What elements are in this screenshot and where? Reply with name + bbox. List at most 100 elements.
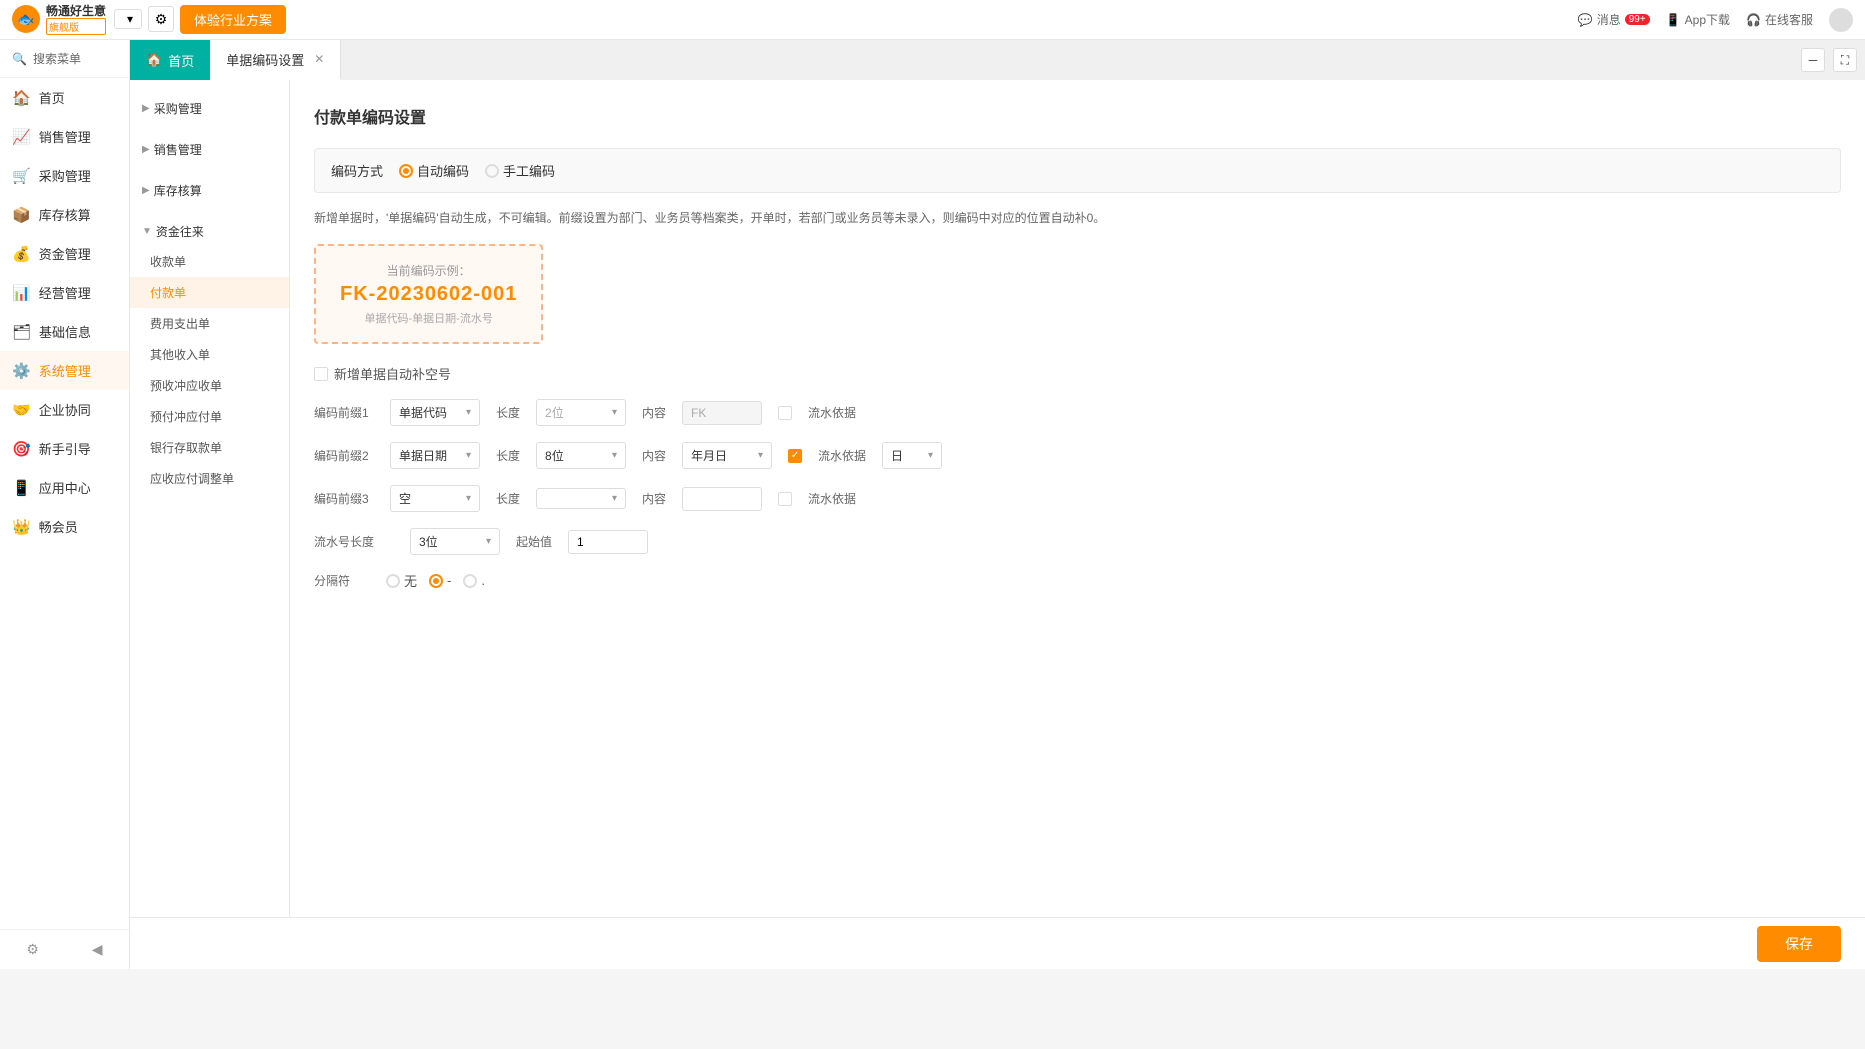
sidebar-item-receipt[interactable]: 收款单 — [130, 246, 289, 277]
tab-bar: 🏠 首页 单据编码设置 ✕ － ⛶ — [130, 40, 1865, 80]
separator-none-radio[interactable]: 无 — [386, 571, 417, 590]
tab-close-icon[interactable]: ✕ — [314, 52, 324, 66]
bottom-bar: 保存 — [130, 917, 1865, 969]
sidebar-item-prepay-payment[interactable]: 预付冲应付单 — [130, 401, 289, 432]
stream-length-label: 流水号长度 — [314, 533, 394, 550]
separator-none-circle — [386, 574, 400, 588]
prefix2-length-select[interactable]: 8位 ▾ — [536, 442, 626, 469]
prefix1-chevron: ▾ — [466, 407, 471, 418]
sidebar-item-operations[interactable]: 📊 经营管理 — [0, 273, 129, 312]
sidebar-item-sales[interactable]: 📈 销售管理 — [0, 117, 129, 156]
sidebar-item-inventory[interactable]: 📦 库存核算 — [0, 195, 129, 234]
stream-length-chevron: ▾ — [486, 536, 491, 547]
prefix2-label: 编码前缀2 — [314, 447, 374, 464]
main: ▶ 采购管理 ▶ 销售管理 ▶ 库存核算 ▼ 资金往来 收款单 付款单 费用支出… — [130, 80, 1865, 969]
prefix1-stream-checkbox[interactable] — [778, 406, 792, 420]
member-icon: 👑 — [12, 518, 31, 536]
app-download-item[interactable]: 📱 App下载 — [1666, 11, 1730, 28]
phone-icon: 📱 — [1666, 13, 1681, 27]
group-funds: ▼ 资金往来 收款单 付款单 费用支出单 其他收入单 预收冲应收单 预付冲应付单… — [130, 211, 289, 500]
sidebar-item-other-income[interactable]: 其他收入单 — [130, 339, 289, 370]
auto-radio[interactable]: 自动编码 — [399, 161, 469, 180]
dropdown-button[interactable]: ▾ — [114, 9, 142, 29]
sidebar-item-system[interactable]: ⚙️ 系统管理 — [0, 351, 129, 390]
tab-minimize-button[interactable]: － — [1801, 48, 1825, 72]
apps-icon: 📱 — [12, 479, 31, 497]
sidebar-item-expense[interactable]: 费用支出单 — [130, 308, 289, 339]
code-preview-desc: 单据代码-单据日期-流水号 — [340, 310, 517, 326]
start-value-input[interactable] — [568, 530, 648, 554]
chevron-right-icon: ▶ — [142, 103, 150, 114]
prefix3-content-input[interactable] — [682, 487, 762, 511]
group-sales-title[interactable]: ▶ 销售管理 — [130, 135, 289, 164]
separator-dot-radio[interactable]: . — [463, 573, 485, 588]
message-icon: 💬 — [1578, 13, 1593, 27]
sales-icon: 📈 — [12, 128, 31, 146]
operations-icon: 📊 — [12, 284, 31, 302]
auto-fill-checkbox[interactable] — [314, 367, 328, 381]
sidebar: 🔍 搜索菜单 🏠 首页 📈 销售管理 🛒 采购管理 📦 库存核算 💰 资金管理 … — [0, 40, 130, 969]
sidebar-item-home[interactable]: 🏠 首页 — [0, 78, 129, 117]
chevron-right-icon: ▶ — [142, 144, 150, 155]
prefix3-select[interactable]: 空 ▾ — [390, 485, 480, 512]
manual-radio[interactable]: 手工编码 — [485, 161, 555, 180]
prefix1-length-select[interactable]: 2位 ▾ — [536, 399, 626, 426]
encoding-method-label: 编码方式 — [331, 161, 383, 180]
online-service-item[interactable]: 🎧 在线客服 — [1746, 11, 1813, 28]
separator-dash-radio[interactable]: - — [429, 573, 451, 588]
sidebar-item-apps[interactable]: 📱 应用中心 — [0, 468, 129, 507]
prefix2-select[interactable]: 单据日期 ▾ — [390, 442, 480, 469]
tab-maximize-button[interactable]: ⛶ — [1833, 48, 1857, 72]
sidebar-item-enterprise[interactable]: 🤝 企业协同 — [0, 390, 129, 429]
sidebar-item-adjustment[interactable]: 应收应付调整单 — [130, 463, 289, 494]
prefix3-row: 编码前缀3 空 ▾ 长度 ▾ 内容 流水依据 — [314, 485, 1841, 512]
encoding-radio-group: 自动编码 手工编码 — [399, 161, 555, 180]
prefix3-length-select[interactable]: ▾ — [536, 488, 626, 509]
message-item[interactable]: 💬 消息 99+ — [1578, 11, 1650, 28]
top-bar-controls: ▾ ⚙ 体验行业方案 — [114, 5, 286, 34]
prefix2-content-select[interactable]: 年月日 ▾ — [682, 442, 772, 469]
prefix1-length-chevron: ▾ — [612, 407, 617, 418]
top-bar-left: 🐟 畅通好生意 旗舰版 ▾ ⚙ 体验行业方案 — [12, 4, 286, 35]
tab-encoding[interactable]: 单据编码设置 ✕ — [210, 40, 341, 80]
stream-length-select[interactable]: 3位 ▾ — [410, 528, 500, 555]
auto-radio-circle — [399, 164, 413, 178]
prefix2-stream-checkbox[interactable]: ✓ — [788, 449, 802, 463]
save-button[interactable]: 保存 — [1757, 926, 1841, 962]
prefix1-stream-label: 流水依据 — [808, 404, 856, 421]
sidebar-collapse-button[interactable]: ◀ — [92, 941, 103, 958]
purchase-icon: 🛒 — [12, 167, 31, 185]
prefix3-stream-checkbox[interactable] — [778, 492, 792, 506]
bottom-settings-button[interactable]: ⚙ — [26, 941, 39, 958]
prefix2-stream-select[interactable]: 日 ▾ — [882, 442, 942, 469]
home-icon: 🏠 — [12, 89, 31, 107]
sidebar-item-funds[interactable]: 💰 资金管理 — [0, 234, 129, 273]
prefix2-row: 编码前缀2 单据日期 ▾ 长度 8位 ▾ 内容 年月日 ▾ ✓ 流水依据 日 ▾ — [314, 442, 1841, 469]
search-menu[interactable]: 🔍 搜索菜单 — [0, 40, 129, 78]
sidebar-item-member[interactable]: 👑 畅会员 — [0, 507, 129, 546]
top-bar: 🐟 畅通好生意 旗舰版 ▾ ⚙ 体验行业方案 💬 消息 99+ 📱 App下载 … — [0, 0, 1865, 40]
secondary-sidebar: ▶ 采购管理 ▶ 销售管理 ▶ 库存核算 ▼ 资金往来 收款单 付款单 费用支出… — [130, 80, 290, 969]
sidebar-item-payment[interactable]: 付款单 — [130, 277, 289, 308]
logo-text: 畅通好生意 旗舰版 — [46, 4, 106, 35]
prefix1-select[interactable]: 单据代码 ▾ — [390, 399, 480, 426]
sidebar-item-prepay-receivable[interactable]: 预收冲应收单 — [130, 370, 289, 401]
sidebar-item-guide[interactable]: 🎯 新手引导 — [0, 429, 129, 468]
settings-button[interactable]: ⚙ — [148, 6, 174, 32]
chevron-down-icon: ▾ — [127, 12, 133, 26]
sidebar-item-basic[interactable]: 🗂 基础信息 — [0, 312, 129, 351]
user-avatar[interactable] — [1829, 8, 1853, 32]
prefix3-content-label: 内容 — [642, 490, 666, 507]
separator-dot-circle — [463, 574, 477, 588]
tab-home[interactable]: 🏠 首页 — [130, 40, 210, 80]
group-purchase-title[interactable]: ▶ 采购管理 — [130, 94, 289, 123]
sidebar-bottom: ⚙ ◀ — [0, 929, 129, 969]
sidebar-item-purchase[interactable]: 🛒 采购管理 — [0, 156, 129, 195]
group-funds-title[interactable]: ▼ 资金往来 — [130, 217, 289, 246]
sidebar-item-bank-deposit[interactable]: 银行存取款单 — [130, 432, 289, 463]
prefix1-row: 编码前缀1 单据代码 ▾ 长度 2位 ▾ 内容 流水依据 — [314, 399, 1841, 426]
group-inventory-title[interactable]: ▶ 库存核算 — [130, 176, 289, 205]
home-tab-icon: 🏠 — [146, 52, 162, 68]
trial-button[interactable]: 体验行业方案 — [180, 5, 286, 34]
code-preview-box: 当前编码示例： FK-20230602-001 单据代码-单据日期-流水号 — [314, 244, 543, 344]
